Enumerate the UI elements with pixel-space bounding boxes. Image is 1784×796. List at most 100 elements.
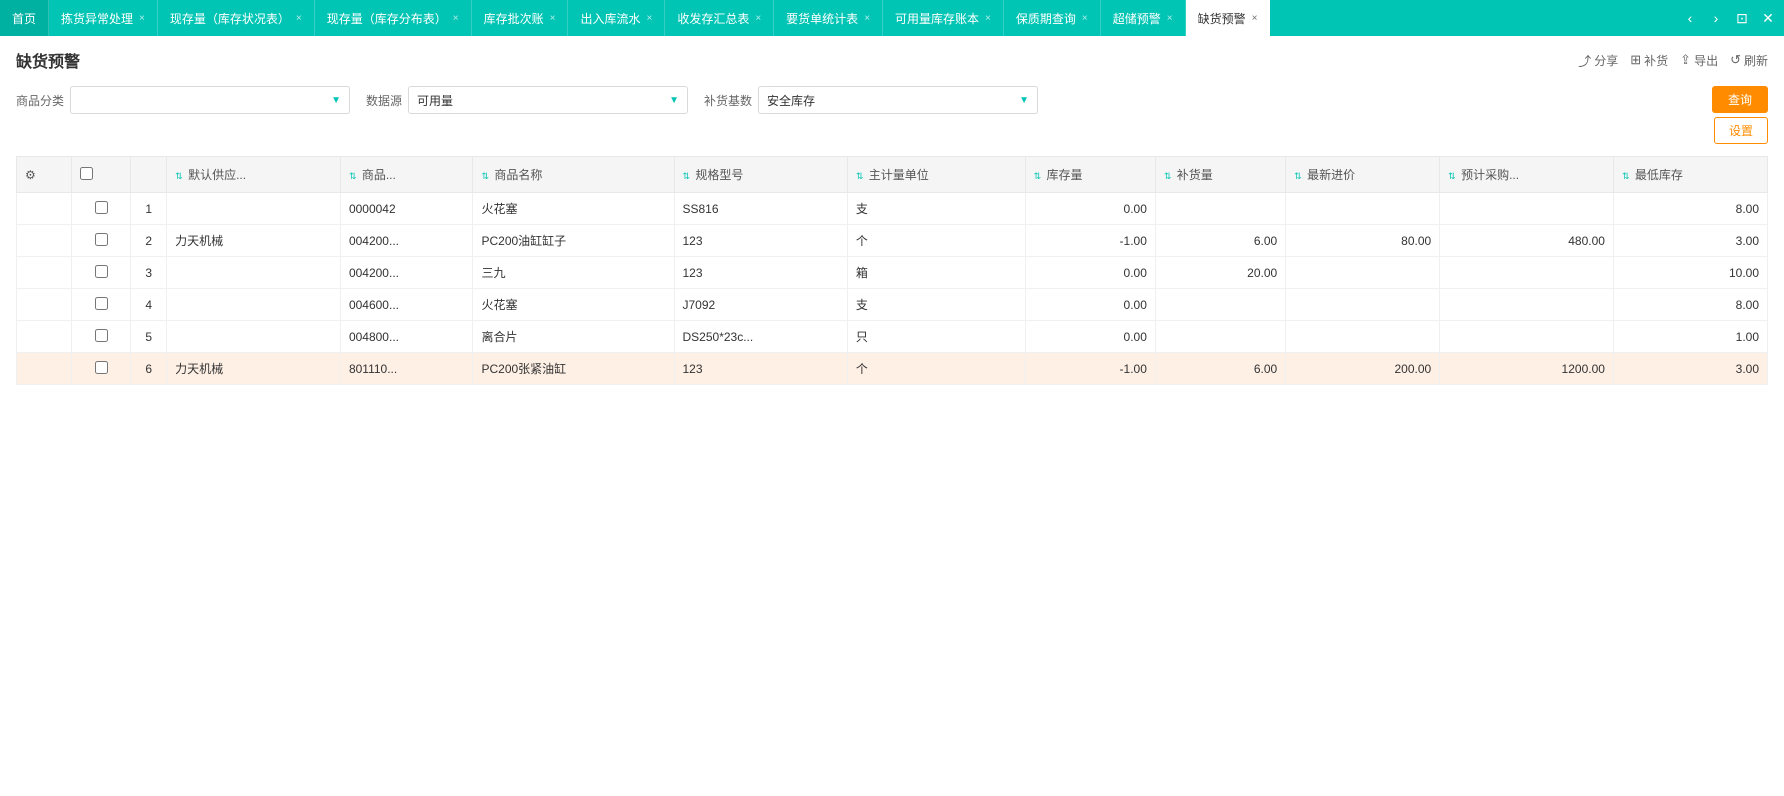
row-est-purchase	[1440, 321, 1614, 353]
row-num: 3	[131, 257, 167, 289]
close-icon[interactable]: ×	[1082, 13, 1088, 24]
category-select[interactable]: ▼	[70, 86, 350, 114]
row-stock: 0.00	[1025, 257, 1155, 289]
close-icon[interactable]: ×	[1252, 13, 1258, 24]
column-spec[interactable]: ⇅ 规格型号	[674, 157, 847, 193]
share-button[interactable]: ⤴ 分享	[1578, 51, 1618, 70]
close-icon[interactable]: ×	[985, 13, 991, 24]
row-checkbox-cell	[71, 353, 130, 385]
column-code[interactable]: ⇅ 商品...	[340, 157, 473, 193]
row-gear[interactable]	[17, 321, 72, 353]
export-button[interactable]: ⇪ 导出	[1680, 52, 1718, 69]
close-icon[interactable]: ×	[755, 13, 761, 24]
row-checkbox-cell	[71, 289, 130, 321]
row-spec: J7092	[674, 289, 847, 321]
close-icon[interactable]: ×	[1167, 13, 1173, 24]
nav-tab-9[interactable]: 保质期查询 ×	[1004, 0, 1101, 36]
row-spec: 123	[674, 257, 847, 289]
row-latest-price	[1286, 289, 1440, 321]
table-row: 1 0000042 火花塞 SS816 支 0.00 8.00	[17, 193, 1768, 225]
nav-tab-5[interactable]: 出入库流水 ×	[568, 0, 665, 36]
row-spec: SS816	[674, 193, 847, 225]
table-row: 3 004200... 三九 123 箱 0.00 20.00 10.00	[17, 257, 1768, 289]
row-replenish: 6.00	[1155, 353, 1285, 385]
row-gear[interactable]	[17, 289, 72, 321]
row-num: 5	[131, 321, 167, 353]
row-est-purchase: 1200.00	[1440, 353, 1614, 385]
row-gear[interactable]	[17, 193, 72, 225]
datasource-filter-group: 数据源 可用量 ▼	[366, 86, 688, 114]
datasource-select[interactable]: 可用量 ▼	[408, 86, 688, 114]
row-gear[interactable]	[17, 353, 72, 385]
row-checkbox[interactable]	[95, 297, 108, 310]
table-row: 4 004600... 火花塞 J7092 支 0.00 8.00	[17, 289, 1768, 321]
close-icon[interactable]: ×	[646, 13, 652, 24]
row-checkbox-cell	[71, 193, 130, 225]
nav-tab-4[interactable]: 库存批次账 ×	[472, 0, 569, 36]
column-stock[interactable]: ⇅ 库存量	[1025, 157, 1155, 193]
query-button[interactable]: 查询	[1712, 86, 1768, 113]
row-unit: 支	[847, 289, 1025, 321]
column-supplier[interactable]: ⇅ 默认供应...	[167, 157, 341, 193]
nav-tab-1[interactable]: 拣货异常处理 ×	[49, 0, 158, 36]
nav-tab-2[interactable]: 现存量（库存状况表） ×	[158, 0, 315, 36]
row-code: 004200...	[340, 225, 473, 257]
column-replenish[interactable]: ⇅ 补货量	[1155, 157, 1285, 193]
row-gear[interactable]	[17, 225, 72, 257]
row-stock: -1.00	[1025, 353, 1155, 385]
row-replenish: 6.00	[1155, 225, 1285, 257]
category-filter-label: 商品分类	[16, 92, 64, 109]
nav-tab-3[interactable]: 现存量（库存分布表） ×	[315, 0, 472, 36]
close-icon[interactable]: ×	[296, 13, 302, 24]
column-est-purchase[interactable]: ⇅ 预计采购...	[1440, 157, 1614, 193]
export-icon: ⇪	[1680, 52, 1691, 68]
datasource-dropdown-icon: ▼	[669, 95, 679, 106]
nav-next-button[interactable]: ›	[1704, 6, 1728, 30]
close-icon[interactable]: ×	[864, 13, 870, 24]
row-checkbox[interactable]	[95, 329, 108, 342]
row-unit: 箱	[847, 257, 1025, 289]
row-stock: -1.00	[1025, 225, 1155, 257]
row-spec: 123	[674, 353, 847, 385]
close-icon[interactable]: ×	[139, 13, 145, 24]
nav-tab-home[interactable]: 首页	[0, 0, 49, 36]
data-table: ⚙ ⇅ 默认供应... ⇅ 商品... ⇅ 商品名称 ⇅	[16, 156, 1768, 385]
row-supplier	[167, 193, 341, 225]
row-supplier: 力天机械	[167, 225, 341, 257]
row-num: 2	[131, 225, 167, 257]
row-checkbox[interactable]	[95, 265, 108, 278]
nav-tab-10[interactable]: 超储预警 ×	[1101, 0, 1186, 36]
column-min-stock[interactable]: ⇅ 最低库存	[1613, 157, 1767, 193]
nav-tab-8[interactable]: 可用量库存账本 ×	[883, 0, 1004, 36]
column-name[interactable]: ⇅ 商品名称	[473, 157, 674, 193]
nav-tab-6[interactable]: 收发存汇总表 ×	[665, 0, 774, 36]
nav-tab-7[interactable]: 要货单统计表 ×	[774, 0, 883, 36]
row-checkbox-cell	[71, 225, 130, 257]
settings-button[interactable]: 设置	[1714, 117, 1768, 144]
sort-icon: ⇅	[856, 171, 864, 181]
replenish-base-select[interactable]: 安全库存 ▼	[758, 86, 1038, 114]
select-all-checkbox[interactable]	[80, 167, 93, 180]
replenish-button[interactable]: ⊞ 补货	[1630, 52, 1668, 69]
column-unit[interactable]: ⇅ 主计量单位	[847, 157, 1025, 193]
row-latest-price	[1286, 193, 1440, 225]
row-gear[interactable]	[17, 257, 72, 289]
datasource-value: 可用量	[417, 92, 453, 109]
refresh-button[interactable]: ↺ 刷新	[1730, 52, 1768, 69]
row-checkbox[interactable]	[95, 201, 108, 214]
nav-tab-11[interactable]: 缺货预警 ×	[1186, 0, 1271, 36]
row-checkbox[interactable]	[95, 361, 108, 374]
column-gear[interactable]: ⚙	[17, 157, 72, 193]
column-latest-price[interactable]: ⇅ 最新进价	[1286, 157, 1440, 193]
row-checkbox[interactable]	[95, 233, 108, 246]
row-replenish	[1155, 289, 1285, 321]
replenish-base-value: 安全库存	[767, 92, 815, 109]
close-icon[interactable]: ×	[453, 13, 459, 24]
nav-prev-button[interactable]: ‹	[1678, 6, 1702, 30]
row-supplier: 力天机械	[167, 353, 341, 385]
nav-restore-button[interactable]: ⊡	[1730, 6, 1754, 30]
datasource-filter-label: 数据源	[366, 92, 402, 109]
table-row: 2 力天机械 004200... PC200油缸缸子 123 个 -1.00 6…	[17, 225, 1768, 257]
nav-close-button[interactable]: ✕	[1756, 6, 1780, 30]
close-icon[interactable]: ×	[550, 13, 556, 24]
